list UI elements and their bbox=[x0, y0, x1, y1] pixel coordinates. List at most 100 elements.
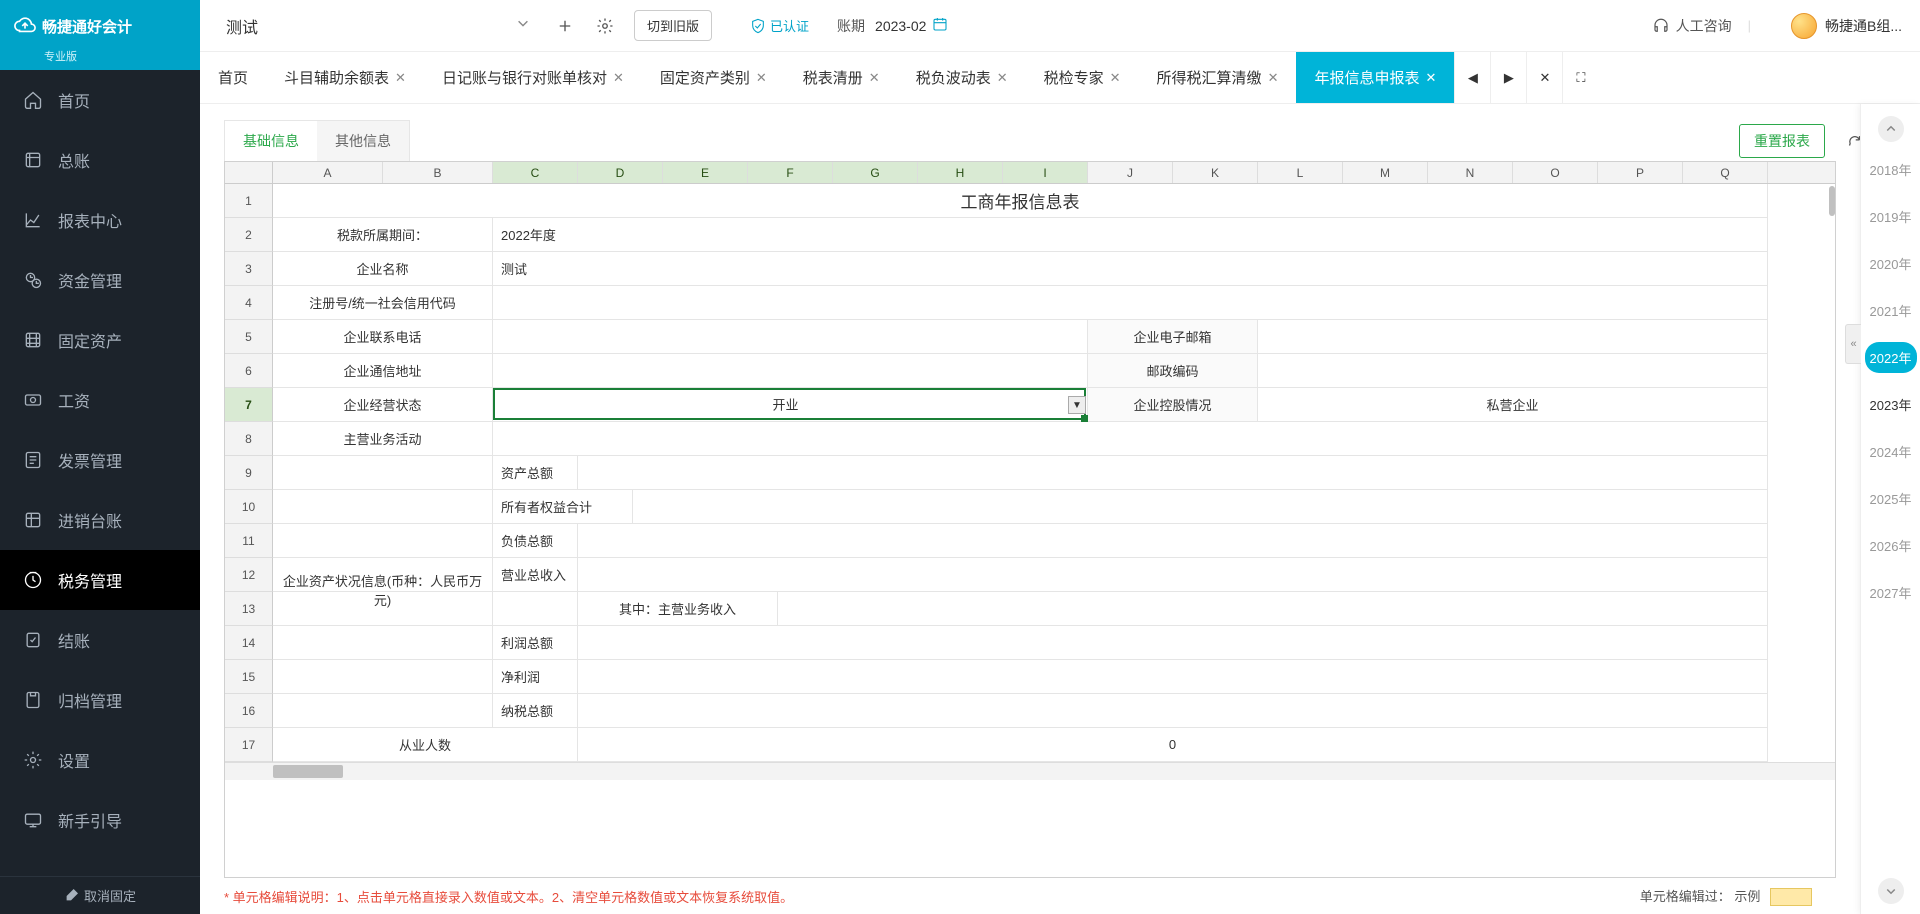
row-header[interactable]: 15 bbox=[225, 660, 273, 694]
old-version-button[interactable]: 切到旧版 bbox=[634, 10, 712, 41]
tab[interactable]: 固定资产类别✕ bbox=[642, 52, 785, 103]
year-option[interactable]: 2024年 bbox=[1865, 428, 1917, 475]
nav-item[interactable]: 设置 bbox=[0, 730, 200, 790]
reset-button[interactable]: 重置报表 bbox=[1739, 124, 1825, 158]
nav-item[interactable]: 报表中心 bbox=[0, 190, 200, 250]
tab[interactable]: 税表清册✕ bbox=[785, 52, 898, 103]
year-option[interactable]: 2026年 bbox=[1865, 522, 1917, 569]
close-icon[interactable]: ✕ bbox=[997, 70, 1008, 86]
value-cell[interactable] bbox=[493, 354, 1088, 388]
value-cell[interactable] bbox=[1258, 320, 1768, 354]
column-header[interactable]: A bbox=[273, 162, 383, 183]
column-header[interactable]: G bbox=[833, 162, 918, 183]
nav-item[interactable]: 归档管理 bbox=[0, 670, 200, 730]
settings-icon[interactable] bbox=[588, 9, 622, 43]
row-header[interactable]: 16 bbox=[225, 694, 273, 728]
column-header[interactable]: O bbox=[1513, 162, 1598, 183]
tab-scroll-left[interactable]: ◀ bbox=[1454, 52, 1490, 103]
close-icon[interactable]: ✕ bbox=[756, 70, 767, 86]
column-header[interactable]: H bbox=[918, 162, 1003, 183]
tab[interactable]: 日记账与银行对账单核对✕ bbox=[424, 52, 642, 103]
tab[interactable]: 税检专家✕ bbox=[1026, 52, 1139, 103]
tab[interactable]: 首页 bbox=[200, 52, 266, 103]
close-icon[interactable]: ✕ bbox=[1110, 70, 1121, 86]
tab[interactable]: 所得税汇算清缴✕ bbox=[1139, 52, 1297, 103]
row-header[interactable]: 17 bbox=[225, 728, 273, 762]
row-header[interactable]: 5 bbox=[225, 320, 273, 354]
value-cell[interactable]: 测试 bbox=[493, 252, 1768, 286]
value-cell[interactable] bbox=[493, 320, 1088, 354]
value-cell[interactable] bbox=[578, 456, 1768, 490]
nav-item[interactable]: 结账 bbox=[0, 610, 200, 670]
rail-collapse[interactable]: « bbox=[1845, 324, 1861, 364]
row-header[interactable]: 6 bbox=[225, 354, 273, 388]
dropdown-arrow[interactable]: ▼ bbox=[1068, 396, 1086, 414]
tab-scroll-right[interactable]: ▶ bbox=[1490, 52, 1526, 103]
value-cell[interactable] bbox=[578, 694, 1768, 728]
close-icon[interactable]: ✕ bbox=[869, 70, 880, 86]
column-header[interactable]: P bbox=[1598, 162, 1683, 183]
value-cell[interactable]: 0 bbox=[578, 728, 1768, 762]
value-cell[interactable] bbox=[633, 490, 1768, 524]
column-header[interactable]: I bbox=[1003, 162, 1088, 183]
nav-item[interactable]: 进销台账 bbox=[0, 490, 200, 550]
row-header[interactable]: 12 bbox=[225, 558, 273, 592]
row-header[interactable]: 9 bbox=[225, 456, 273, 490]
column-header[interactable]: F bbox=[748, 162, 833, 183]
horizontal-scrollbar[interactable] bbox=[225, 762, 1835, 780]
unpin-button[interactable]: 取消固定 bbox=[0, 876, 200, 914]
close-icon[interactable]: ✕ bbox=[1268, 70, 1279, 86]
column-header[interactable]: N bbox=[1428, 162, 1513, 183]
close-icon[interactable]: ✕ bbox=[395, 70, 406, 86]
fullscreen-button[interactable]: ⛶ bbox=[1562, 52, 1598, 103]
row-header[interactable]: 3 bbox=[225, 252, 273, 286]
value-cell[interactable] bbox=[778, 592, 1768, 626]
subtab-other[interactable]: 其他信息 bbox=[317, 121, 409, 161]
user-menu[interactable]: 畅捷通B组... bbox=[1791, 13, 1902, 39]
column-header[interactable]: D bbox=[578, 162, 663, 183]
nav-item[interactable]: 固定资产 bbox=[0, 310, 200, 370]
value-cell[interactable] bbox=[578, 660, 1768, 694]
column-header[interactable]: K bbox=[1173, 162, 1258, 183]
subtab-basic[interactable]: 基础信息 bbox=[225, 121, 317, 161]
row-header[interactable]: 11 bbox=[225, 524, 273, 558]
nav-item[interactable]: 资金管理 bbox=[0, 250, 200, 310]
vertical-scrollbar[interactable] bbox=[1829, 186, 1835, 216]
tab[interactable]: 税负波动表✕ bbox=[898, 52, 1026, 103]
year-option[interactable]: 2022年 bbox=[1865, 342, 1917, 373]
status-select[interactable] bbox=[493, 388, 1088, 422]
rail-scroll-up[interactable] bbox=[1878, 116, 1904, 142]
support-link[interactable]: 人工咨询 bbox=[1652, 16, 1732, 36]
year-option[interactable]: 2027年 bbox=[1865, 569, 1917, 616]
row-header[interactable]: 4 bbox=[225, 286, 273, 320]
value-cell[interactable] bbox=[493, 422, 1768, 456]
org-selector[interactable]: 测试 bbox=[218, 10, 538, 42]
value-cell[interactable] bbox=[1258, 354, 1768, 388]
row-header[interactable]: 14 bbox=[225, 626, 273, 660]
column-header[interactable]: Q bbox=[1683, 162, 1768, 183]
tab[interactable]: 年报信息申报表✕ bbox=[1296, 52, 1454, 103]
row-header[interactable]: 1 bbox=[225, 184, 273, 218]
rail-scroll-down[interactable] bbox=[1878, 878, 1904, 904]
row-header[interactable]: 7 bbox=[225, 388, 273, 422]
row-header[interactable]: 8 bbox=[225, 422, 273, 456]
column-header[interactable]: B bbox=[383, 162, 493, 183]
spreadsheet[interactable]: ABCDEFGHIJKLMNOPQ 1234567891011121314151… bbox=[224, 161, 1836, 878]
nav-item[interactable]: 新手引导 bbox=[0, 790, 200, 850]
select-all-corner[interactable] bbox=[225, 162, 273, 183]
close-icon[interactable]: ✕ bbox=[1425, 70, 1436, 86]
column-header[interactable]: M bbox=[1343, 162, 1428, 183]
year-option[interactable]: 2019年 bbox=[1865, 193, 1917, 240]
year-option[interactable]: 2025年 bbox=[1865, 475, 1917, 522]
row-header[interactable]: 13 bbox=[225, 592, 273, 626]
value-cell[interactable] bbox=[578, 626, 1768, 660]
year-option[interactable]: 2023年 bbox=[1865, 381, 1917, 428]
nav-item[interactable]: 总账 bbox=[0, 130, 200, 190]
year-option[interactable]: 2018年 bbox=[1865, 146, 1917, 193]
value-cell[interactable] bbox=[578, 558, 1768, 592]
row-header[interactable]: 2 bbox=[225, 218, 273, 252]
calendar-icon[interactable] bbox=[932, 16, 948, 35]
nav-item[interactable]: 工资 bbox=[0, 370, 200, 430]
nav-item[interactable]: 发票管理 bbox=[0, 430, 200, 490]
add-icon[interactable] bbox=[548, 9, 582, 43]
